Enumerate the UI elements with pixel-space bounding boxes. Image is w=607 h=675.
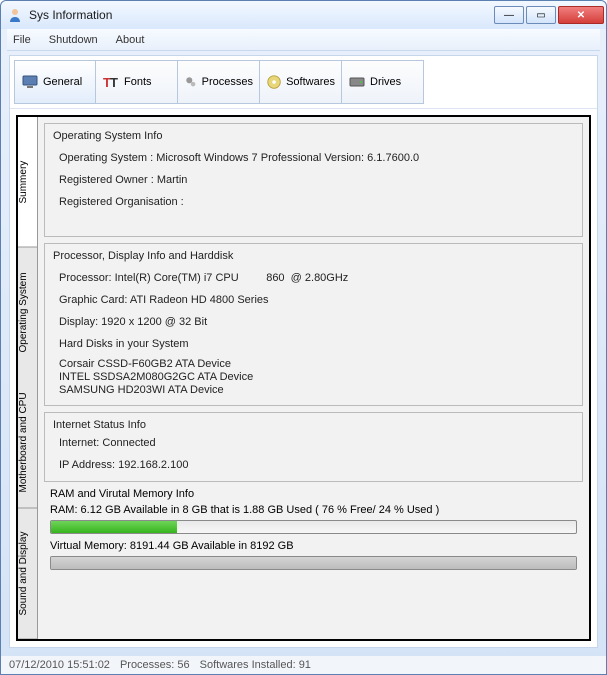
drive-icon bbox=[348, 73, 366, 91]
mem-info-title: RAM and Virutal Memory Info bbox=[50, 488, 577, 500]
main-area: Summery Operating System Motherboard and… bbox=[16, 115, 591, 641]
menubar: File Shutdown About bbox=[7, 29, 600, 51]
ip-address: IP Address: 192.168.2.100 bbox=[59, 459, 574, 471]
os-info-title: Operating System Info bbox=[53, 130, 574, 142]
minimize-button[interactable]: — bbox=[494, 6, 524, 24]
os-name: Operating System : Microsoft Windows 7 P… bbox=[59, 152, 574, 164]
app-window: Sys Information — ▭ ✕ File Shutdown Abou… bbox=[0, 0, 607, 675]
ram-progress bbox=[50, 520, 577, 534]
registered-owner: Registered Owner : Martin bbox=[59, 174, 574, 186]
vtab-operating-system[interactable]: Operating System bbox=[18, 248, 37, 379]
registered-org: Registered Organisation : bbox=[59, 196, 574, 208]
vmem-progress-fill bbox=[51, 557, 576, 569]
vmem-progress bbox=[50, 556, 577, 570]
group-mem-info: RAM and Virutal Memory Info RAM: 6.12 GB… bbox=[44, 488, 583, 570]
fonts-icon: TT bbox=[102, 73, 120, 91]
tab-processes[interactable]: Processes bbox=[178, 60, 260, 104]
hdd-1: Corsair CSSD-F60GB2 ATA Device bbox=[59, 358, 574, 370]
status-softwares: Softwares Installed: 91 bbox=[200, 659, 311, 671]
content-panel: Operating System Info Operating System :… bbox=[38, 117, 589, 639]
computer-icon bbox=[21, 73, 39, 91]
tab-processes-label: Processes bbox=[202, 76, 253, 88]
window-buttons: — ▭ ✕ bbox=[494, 6, 604, 24]
display-mode: Display: 1920 x 1200 @ 32 Bit bbox=[59, 316, 574, 328]
hdd-3: SAMSUNG HD203WI ATA Device bbox=[59, 384, 574, 396]
group-net-info: Internet Status Info Internet: Connected… bbox=[44, 412, 583, 482]
status-datetime: 07/12/2010 15:51:02 bbox=[9, 659, 110, 671]
group-os-info: Operating System Info Operating System :… bbox=[44, 123, 583, 237]
status-processes: Processes: 56 bbox=[120, 659, 190, 671]
vtab-motherboard-cpu[interactable]: Motherboard and CPU bbox=[18, 378, 37, 509]
maximize-button[interactable]: ▭ bbox=[526, 6, 556, 24]
menu-shutdown[interactable]: Shutdown bbox=[49, 34, 98, 46]
tab-general-label: General bbox=[43, 76, 82, 88]
tab-softwares-label: Softwares bbox=[286, 76, 335, 88]
hw-info-title: Processor, Display Info and Harddisk bbox=[53, 250, 574, 262]
disc-icon bbox=[266, 73, 282, 91]
app-icon bbox=[7, 7, 23, 23]
tab-fonts[interactable]: TT Fonts bbox=[96, 60, 178, 104]
vtab-sound-display[interactable]: Sound and Display bbox=[18, 509, 37, 640]
client-area: General TT Fonts Processes Softwares Dri… bbox=[9, 55, 598, 648]
processor: Processor: Intel(R) Core(TM) i7 CPU 860 … bbox=[59, 272, 574, 284]
statusbar: 07/12/2010 15:51:02 Processes: 56 Softwa… bbox=[1, 656, 606, 674]
vertical-tabs: Summery Operating System Motherboard and… bbox=[18, 117, 38, 639]
window-title: Sys Information bbox=[29, 8, 494, 22]
hdd-2: INTEL SSDSA2M080G2GC ATA Device bbox=[59, 371, 574, 383]
tab-fonts-label: Fonts bbox=[124, 76, 152, 88]
tab-softwares[interactable]: Softwares bbox=[260, 60, 342, 104]
net-info-title: Internet Status Info bbox=[53, 419, 574, 431]
ram-text: RAM: 6.12 GB Available in 8 GB that is 1… bbox=[50, 504, 577, 516]
menu-about[interactable]: About bbox=[116, 34, 145, 46]
internet-status: Internet: Connected bbox=[59, 437, 574, 449]
menu-file[interactable]: File bbox=[13, 34, 31, 46]
hdd-heading: Hard Disks in your System bbox=[59, 338, 574, 350]
tab-drives-label: Drives bbox=[370, 76, 401, 88]
toolbar: General TT Fonts Processes Softwares Dri… bbox=[10, 56, 597, 109]
titlebar[interactable]: Sys Information — ▭ ✕ bbox=[1, 1, 606, 29]
group-hw-info: Processor, Display Info and Harddisk Pro… bbox=[44, 243, 583, 406]
graphic-card: Graphic Card: ATI Radeon HD 4800 Series bbox=[59, 294, 574, 306]
svg-text:T: T bbox=[110, 75, 118, 90]
vtab-summery[interactable]: Summery bbox=[18, 117, 37, 248]
close-button[interactable]: ✕ bbox=[558, 6, 604, 24]
vmem-text: Virtual Memory: 8191.44 GB Available in … bbox=[50, 540, 577, 552]
gear-icon bbox=[184, 73, 198, 91]
tab-drives[interactable]: Drives bbox=[342, 60, 424, 104]
ram-progress-fill bbox=[51, 521, 177, 533]
tab-general[interactable]: General bbox=[14, 60, 96, 104]
